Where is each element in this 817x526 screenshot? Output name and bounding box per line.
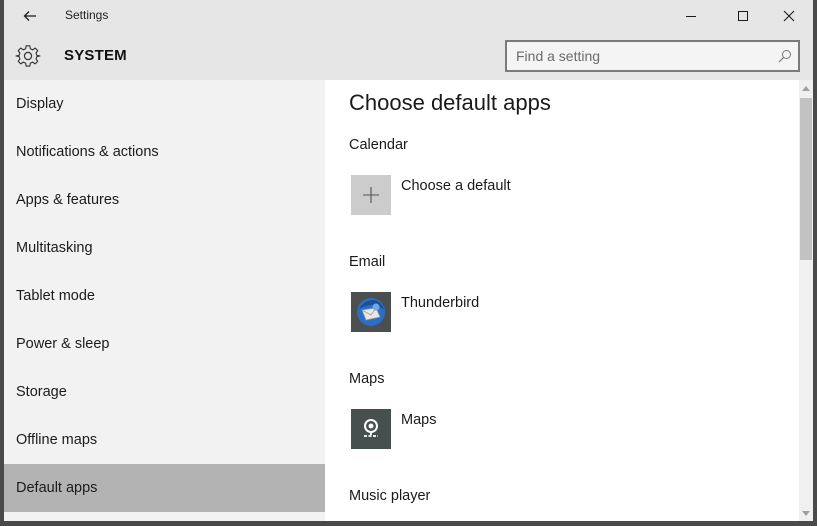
- sidebar-item-label: Notifications & actions: [16, 144, 159, 160]
- back-button[interactable]: [12, 0, 48, 32]
- close-button[interactable]: [766, 0, 812, 32]
- search-input[interactable]: [507, 42, 772, 70]
- sidebar-item-notifications[interactable]: Notifications & actions: [4, 128, 325, 176]
- maps-default-app-button[interactable]: Maps: [351, 409, 436, 449]
- page-title: Choose default apps: [349, 90, 551, 115]
- title-bar: Settings: [4, 0, 813, 32]
- maximize-icon: [738, 11, 748, 21]
- scroll-down-button[interactable]: [799, 505, 813, 521]
- window-title: Settings: [65, 8, 109, 22]
- sidebar-item-storage[interactable]: Storage: [4, 368, 325, 416]
- settings-window: Settings SYSTEM Find a setting Display N…: [4, 0, 813, 521]
- sidebar-item-label: Tablet mode: [16, 288, 95, 304]
- search-icon[interactable]: [772, 42, 798, 70]
- scroll-up-button[interactable]: [799, 80, 813, 96]
- close-icon: [783, 10, 795, 22]
- sidebar-item-multitasking[interactable]: Multitasking: [4, 224, 325, 272]
- maps-icon: [351, 409, 391, 449]
- vertical-scrollbar[interactable]: [799, 80, 813, 521]
- settings-header: SYSTEM: [4, 32, 813, 80]
- email-default-app-button[interactable]: Thunderbird: [351, 292, 479, 332]
- category-label-calendar: Calendar: [349, 137, 408, 153]
- calendar-default-app-button[interactable]: Choose a default: [351, 175, 511, 215]
- sidebar-item-tablet-mode[interactable]: Tablet mode: [4, 272, 325, 320]
- back-arrow-icon: [23, 11, 36, 21]
- category-label-maps: Maps: [349, 371, 385, 387]
- sidebar-item-label: Multitasking: [16, 240, 93, 256]
- sidebar: Display Notifications & actions Apps & f…: [4, 80, 325, 521]
- maximize-button[interactable]: [720, 0, 766, 32]
- app-name: Thunderbird: [401, 295, 480, 311]
- category-label-email: Email: [349, 254, 386, 270]
- sidebar-item-display[interactable]: Display: [4, 80, 325, 128]
- sidebar-item-label: Display: [16, 96, 64, 112]
- sidebar-item-offline-maps[interactable]: Offline maps: [4, 416, 325, 464]
- minimize-icon: [686, 16, 696, 17]
- sidebar-item-power-sleep[interactable]: Power & sleep: [4, 320, 325, 368]
- sidebar-item-label: Power & sleep: [16, 336, 110, 352]
- sidebar-item-label: Storage: [16, 384, 67, 400]
- gear-icon: [15, 45, 41, 67]
- category-label-music-player: Music player: [349, 488, 431, 504]
- plus-icon: [351, 175, 391, 215]
- section-title: SYSTEM: [64, 47, 127, 64]
- main-content: Choose default apps Calendar Choose a de…: [325, 80, 813, 521]
- sidebar-item-default-apps[interactable]: Default apps: [4, 464, 325, 512]
- sidebar-item-label: Offline maps: [16, 432, 98, 448]
- thunderbird-icon: [351, 292, 391, 332]
- chevron-up-icon: [802, 85, 810, 91]
- scroll-thumb[interactable]: [800, 98, 812, 260]
- search-box[interactable]: [505, 40, 800, 72]
- sidebar-item-apps-features[interactable]: Apps & features: [4, 176, 325, 224]
- app-name: Choose a default: [401, 178, 511, 194]
- sidebar-item-label: Default apps: [16, 480, 98, 496]
- sidebar-item-label: Apps & features: [16, 192, 120, 208]
- app-name: Maps: [401, 412, 437, 428]
- chevron-down-icon: [802, 510, 810, 516]
- minimize-button[interactable]: [668, 0, 714, 32]
